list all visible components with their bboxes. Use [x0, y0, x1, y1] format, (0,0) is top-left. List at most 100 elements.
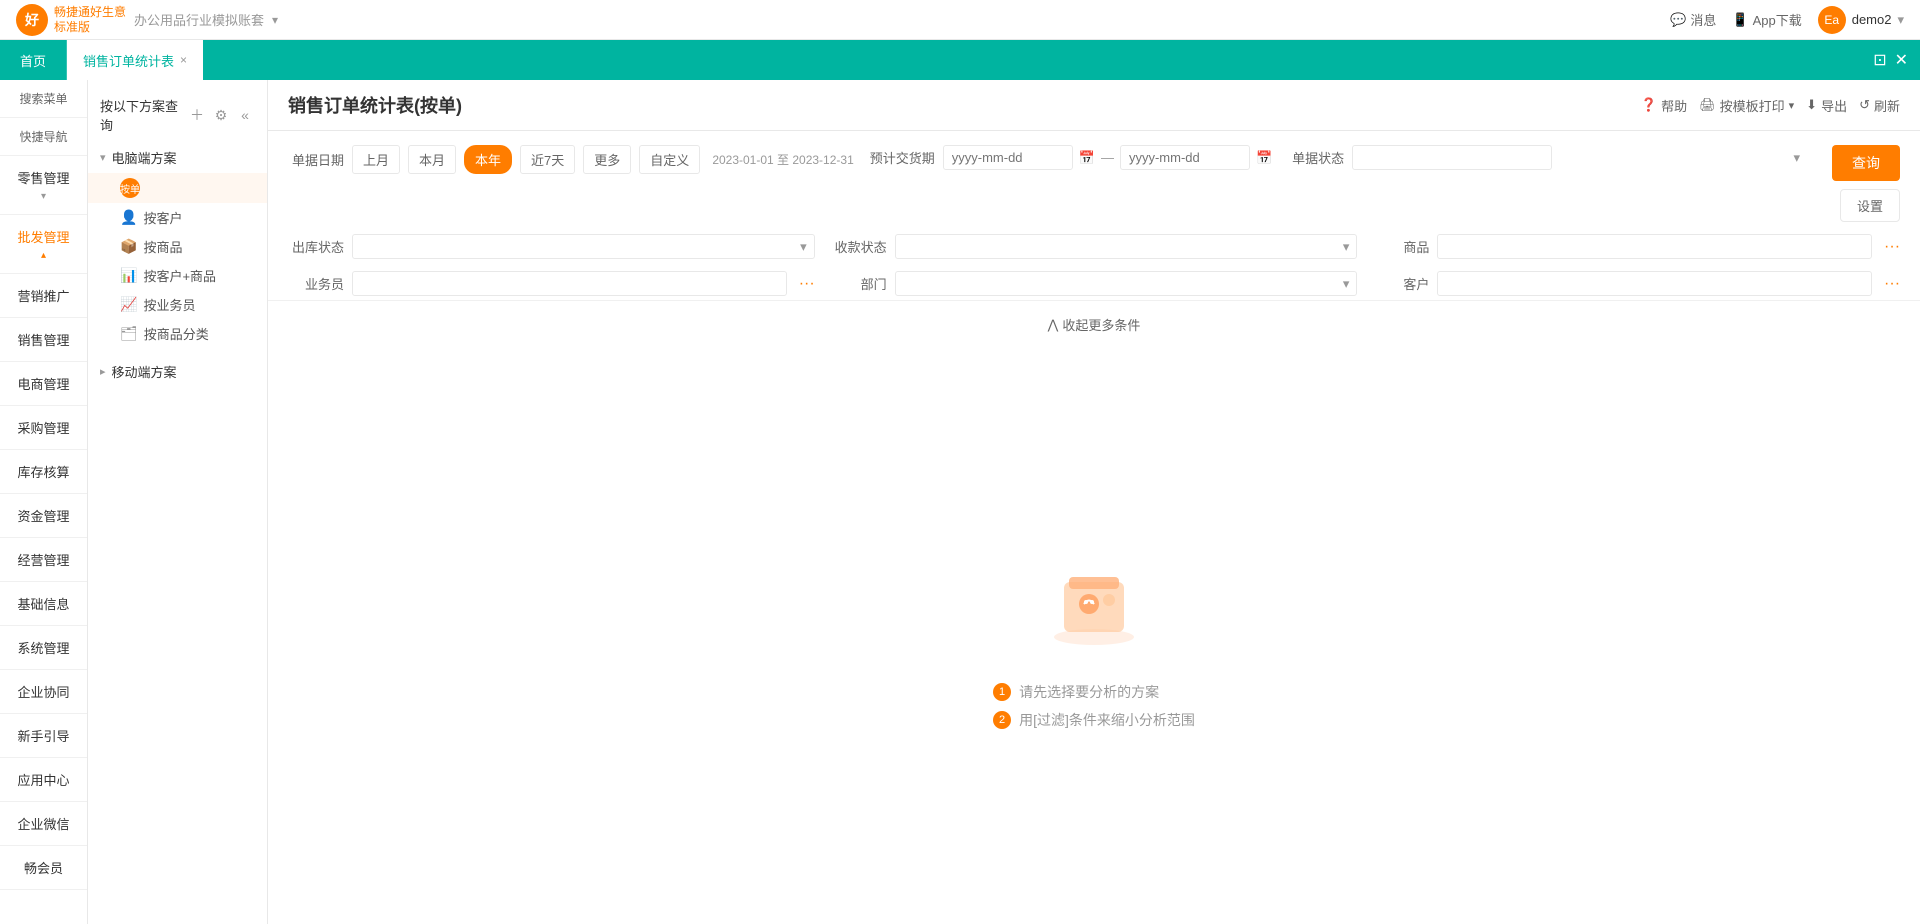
left-panel: 按以下方案查询 ＋ ⚙ « ▾ 电脑端方案 按单 👤 按客户 📦 按商品 📊 按…: [88, 80, 268, 924]
scheme-by-goods[interactable]: 📦 按商品: [88, 232, 267, 261]
empty-tips: 1 请先选择要分析的方案 2 用[过滤]条件来缩小分析范围: [993, 682, 1195, 730]
salesperson-input[interactable]: [352, 271, 787, 296]
collapse-panel-button[interactable]: «: [235, 105, 255, 125]
print-dropdown-icon[interactable]: ▾: [1789, 99, 1795, 112]
filter-row-3: 业务员 ··· 部门 客户: [288, 271, 1900, 296]
page-header: 销售订单统计表(按单) ❓ 帮助 🖨 按模板打印 ▾ ⬇ 导出 ↺ 刷新: [268, 80, 1920, 131]
payment-status-select[interactable]: [895, 234, 1358, 259]
sidebar-quick-nav[interactable]: 快捷导航: [0, 118, 87, 156]
tip-num-1: 1: [993, 683, 1011, 701]
logo-text: 畅捷通好生意 标准版: [54, 5, 126, 34]
status-select-wrapper: [1352, 145, 1808, 170]
date-separator: —: [1101, 150, 1114, 165]
tabbar: 首页 销售订单统计表 × ⊡ ✕: [0, 40, 1920, 80]
topbar-app-title: 办公用品行业模拟账套: [134, 10, 264, 29]
sidebar-item-system[interactable]: 系统管理: [0, 626, 87, 670]
sidebar-item-operations[interactable]: 经营管理: [0, 538, 87, 582]
add-scheme-button[interactable]: ＋: [187, 105, 207, 125]
goods-input[interactable]: [1437, 234, 1872, 259]
filter-rows: 单据日期 上月 本月 本年 近7天 更多 自定义 2023-01-01 至 20…: [268, 131, 1920, 296]
payment-status-label: 收款状态: [831, 237, 887, 256]
app-download-button[interactable]: 📱 App下载: [1732, 10, 1801, 29]
tree-mobile-expand-icon: ▸: [100, 365, 106, 378]
customer-more-icon[interactable]: ···: [1884, 275, 1900, 293]
calendar-end-icon[interactable]: 📅: [1256, 150, 1272, 166]
ship-status-select[interactable]: [352, 234, 815, 259]
user-menu[interactable]: Ea demo2 ▾: [1818, 6, 1904, 34]
ship-status-select-wrapper: [352, 234, 815, 259]
filter-section: 单据日期 上月 本月 本年 近7天 更多 自定义 2023-01-01 至 20…: [268, 131, 1920, 348]
sidebar-search-menu[interactable]: 搜索菜单: [0, 80, 87, 118]
expected-date-start-input[interactable]: [943, 145, 1073, 170]
tab-sales-order-stats[interactable]: 销售订单统计表 ×: [67, 40, 203, 80]
date-label: 单据日期: [288, 150, 344, 169]
sidebar-item-wholesale[interactable]: 批发管理 ▴: [0, 215, 87, 274]
tree-mobile-section[interactable]: ▸ 移动端方案: [88, 356, 267, 387]
export-button[interactable]: ⬇ 导出: [1806, 96, 1847, 115]
salesperson-more-icon[interactable]: ···: [799, 275, 815, 293]
department-select-wrapper: [895, 271, 1358, 296]
collapse-up-icon: ⋀: [1048, 317, 1059, 333]
print-button[interactable]: 🖨 按模板打印 ▾: [1699, 96, 1794, 115]
help-icon: ❓: [1641, 97, 1657, 113]
query-button[interactable]: 查询: [1832, 145, 1900, 181]
window-close-icon[interactable]: ✕: [1895, 50, 1908, 70]
date-range-group: 上月 本月 本年 近7天 更多 自定义 2023-01-01 至 2023-12…: [352, 145, 854, 174]
dropdown-icon[interactable]: ▾: [272, 13, 278, 27]
sidebar-item-wechat[interactable]: 企业微信: [0, 802, 87, 846]
panel-title: 按以下方案查询: [100, 96, 179, 134]
date-7days-btn[interactable]: 近7天: [520, 145, 575, 174]
message-icon: 💬: [1670, 12, 1686, 28]
category-icon: 🗂: [120, 325, 138, 342]
date-more-btn[interactable]: 更多: [583, 145, 631, 174]
scheme-by-category[interactable]: 🗂 按商品分类: [88, 319, 267, 348]
print-icon: 🖨: [1699, 97, 1716, 113]
help-button[interactable]: ❓ 帮助: [1641, 96, 1687, 115]
scheme-by-order[interactable]: 按单: [88, 173, 267, 203]
sidebar-item-newbie[interactable]: 新手引导: [0, 714, 87, 758]
scheme-by-customer-goods[interactable]: 📊 按客户+商品: [88, 261, 267, 290]
tree-desktop-section[interactable]: ▾ 电脑端方案: [88, 142, 267, 173]
tab-home[interactable]: 首页: [0, 40, 67, 80]
sidebar-item-finance[interactable]: 资金管理: [0, 494, 87, 538]
sidebar-item-purchase[interactable]: 采购管理: [0, 406, 87, 450]
customer-input[interactable]: [1437, 271, 1872, 296]
tab-close-icon[interactable]: ×: [180, 53, 187, 67]
sidebar-item-enterprise[interactable]: 企业协同: [0, 670, 87, 714]
scheme-by-salesperson[interactable]: 📈 按业务员: [88, 290, 267, 319]
status-select[interactable]: [1352, 145, 1552, 170]
refresh-button[interactable]: ↺ 刷新: [1859, 96, 1900, 115]
goods-icon: 📦: [120, 238, 137, 255]
goods-label: 商品: [1373, 237, 1429, 256]
message-button[interactable]: 💬 消息: [1670, 10, 1716, 29]
department-select[interactable]: [895, 271, 1358, 296]
logo-area: 好 畅捷通好生意 标准版: [16, 4, 126, 36]
sidebar-item-ecommerce[interactable]: 电商管理: [0, 362, 87, 406]
expected-date-group: 预计交货期 📅 — 📅: [870, 145, 1272, 170]
sidebar-item-apps[interactable]: 应用中心: [0, 758, 87, 802]
window-restore-icon[interactable]: ⊡: [1873, 50, 1886, 70]
collapse-button[interactable]: ⋀ 收起更多条件: [1048, 309, 1141, 340]
empty-state: 1 请先选择要分析的方案 2 用[过滤]条件来缩小分析范围: [268, 348, 1920, 924]
date-this-month-btn[interactable]: 本月: [408, 145, 456, 174]
export-icon: ⬇: [1806, 97, 1817, 113]
calendar-start-icon[interactable]: 📅: [1079, 150, 1095, 166]
sidebar-item-basics[interactable]: 基础信息: [0, 582, 87, 626]
goods-more-icon[interactable]: ···: [1884, 238, 1900, 256]
date-custom-btn[interactable]: 自定义: [639, 145, 700, 174]
expected-date-end-input[interactable]: [1120, 145, 1250, 170]
settings-button[interactable]: 设置: [1840, 189, 1900, 222]
sidebar-item-member[interactable]: 畅会员: [0, 846, 87, 890]
date-this-year-btn[interactable]: 本年: [464, 145, 512, 174]
sidebar-item-inventory[interactable]: 库存核算: [0, 450, 87, 494]
status-label: 单据状态: [1288, 148, 1344, 167]
sidebar-item-retail[interactable]: 零售管理 ▾: [0, 156, 87, 215]
department-label: 部门: [831, 274, 887, 293]
ship-status-label: 出库状态: [288, 237, 344, 256]
expected-date-label: 预计交货期: [870, 148, 935, 167]
sidebar-item-marketing[interactable]: 营销推广: [0, 274, 87, 318]
date-prev-month-btn[interactable]: 上月: [352, 145, 400, 174]
scheme-by-customer[interactable]: 👤 按客户: [88, 203, 267, 232]
edit-scheme-button[interactable]: ⚙: [211, 105, 231, 125]
sidebar-item-sales[interactable]: 销售管理: [0, 318, 87, 362]
